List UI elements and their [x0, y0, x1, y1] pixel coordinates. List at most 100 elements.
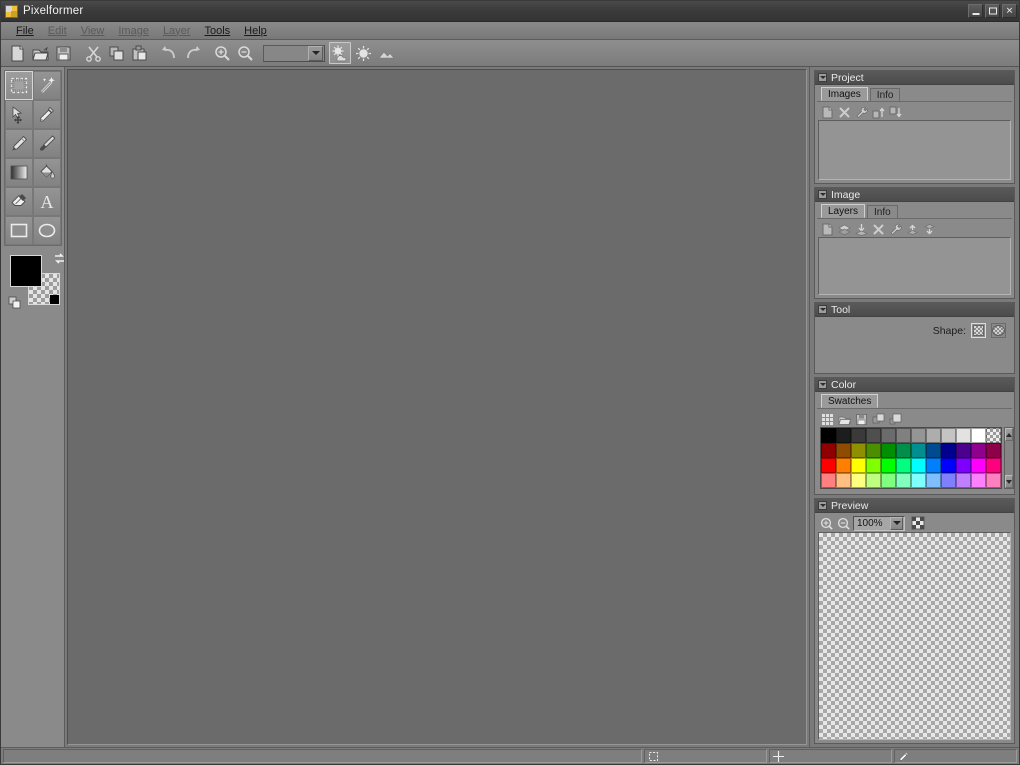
color-swatch[interactable] [926, 473, 941, 488]
color-swatch[interactable] [941, 458, 956, 473]
color-swatch[interactable] [881, 473, 896, 488]
tool-gradient[interactable] [5, 158, 33, 187]
color-swatch[interactable] [941, 443, 956, 458]
image-panel-header[interactable]: Image [815, 188, 1014, 202]
view-mode-alpha-button[interactable] [352, 42, 374, 64]
menu-edit[interactable]: Edit [41, 24, 74, 38]
color-swatch[interactable] [866, 443, 881, 458]
color-swatch[interactable] [836, 428, 851, 443]
duplicate-swatch-button[interactable] [888, 412, 902, 426]
merge-layers-button[interactable] [837, 222, 851, 236]
color-swatch[interactable] [851, 473, 866, 488]
tool-text[interactable]: A [33, 187, 61, 216]
layers-list[interactable] [818, 237, 1011, 295]
color-swatch[interactable] [926, 458, 941, 473]
tool-eraser[interactable] [5, 187, 33, 216]
color-swatch[interactable] [956, 458, 971, 473]
new-layer-button[interactable] [820, 222, 834, 236]
tool-move[interactable] [5, 100, 33, 129]
color-swatch[interactable] [971, 473, 986, 488]
image-properties-button[interactable] [854, 105, 868, 119]
color-swatch[interactable] [956, 473, 971, 488]
tool-rectangle[interactable] [5, 216, 33, 245]
color-swatch[interactable] [986, 458, 1001, 473]
minimize-button[interactable] [968, 4, 983, 18]
preview-panel-header[interactable]: Preview [815, 499, 1014, 513]
tool-pencil[interactable] [5, 129, 33, 158]
tool-rect-select[interactable] [5, 71, 33, 100]
chevron-down-icon[interactable] [818, 501, 827, 510]
color-swatch[interactable] [896, 458, 911, 473]
paste-button[interactable] [128, 42, 150, 64]
preview-zoom-out-button[interactable] [836, 516, 850, 530]
color-swatch[interactable] [851, 458, 866, 473]
chevron-down-icon[interactable] [818, 73, 827, 82]
color-swatch[interactable] [851, 443, 866, 458]
load-swatches-button[interactable] [837, 412, 851, 426]
color-swatch[interactable] [821, 473, 836, 488]
chevron-down-icon[interactable] [818, 190, 827, 199]
color-swatch[interactable] [866, 428, 881, 443]
color-swatch-grid[interactable] [820, 427, 1002, 489]
color-swatch[interactable] [986, 473, 1001, 488]
save-swatches-button[interactable] [854, 412, 868, 426]
swatches-scrollbar[interactable] [1004, 427, 1014, 489]
swatch-grid-button[interactable] [820, 412, 834, 426]
zoom-in-button[interactable] [211, 42, 233, 64]
color-swatch[interactable] [881, 443, 896, 458]
tool-ellipse[interactable] [33, 216, 61, 245]
open-file-button[interactable] [29, 42, 51, 64]
tab-project-images[interactable]: Images [821, 87, 868, 101]
color-swatch[interactable] [896, 443, 911, 458]
flatten-image-button[interactable] [854, 222, 868, 236]
move-image-down-button[interactable] [888, 105, 902, 119]
preview-zoom-in-button[interactable] [819, 516, 833, 530]
color-swatch[interactable] [881, 428, 896, 443]
chevron-down-icon[interactable] [818, 380, 827, 389]
foreground-color-swatch[interactable] [10, 255, 42, 287]
color-swatch[interactable] [926, 428, 941, 443]
menu-tools[interactable]: Tools [197, 24, 237, 38]
menu-layer[interactable]: Layer [156, 24, 198, 38]
color-swatch[interactable] [836, 458, 851, 473]
color-swatch[interactable] [941, 473, 956, 488]
color-swatch[interactable] [836, 443, 851, 458]
new-image-button[interactable] [820, 105, 834, 119]
project-images-list[interactable] [818, 120, 1011, 180]
chevron-down-icon[interactable] [308, 45, 323, 61]
color-swatch[interactable] [851, 428, 866, 443]
layer-properties-button[interactable] [888, 222, 902, 236]
color-swatch[interactable] [986, 428, 1001, 443]
lower-layer-button[interactable] [922, 222, 936, 236]
color-swatch[interactable] [821, 443, 836, 458]
color-swatch[interactable] [866, 458, 881, 473]
color-swatch[interactable] [941, 428, 956, 443]
copy-button[interactable] [105, 42, 127, 64]
undo-button[interactable] [158, 42, 180, 64]
swap-colors-icon[interactable] [53, 252, 66, 265]
tab-image-layers[interactable]: Layers [821, 204, 866, 218]
tool-eyedropper[interactable] [33, 100, 61, 129]
color-swatch[interactable] [911, 458, 926, 473]
tool-panel-header[interactable]: Tool [815, 303, 1014, 317]
move-image-up-button[interactable] [871, 105, 885, 119]
delete-image-button[interactable] [837, 105, 851, 119]
color-swatch[interactable] [836, 473, 851, 488]
menu-view[interactable]: View [74, 24, 112, 38]
tab-color-swatches[interactable]: Swatches [821, 394, 879, 408]
view-mode-normal-button[interactable] [329, 42, 351, 64]
menu-file[interactable]: File [9, 24, 41, 38]
color-panel-header[interactable]: Color [815, 378, 1014, 392]
delete-layer-button[interactable] [871, 222, 885, 236]
close-button[interactable]: ✕ [1002, 4, 1017, 18]
color-swatch[interactable] [956, 428, 971, 443]
color-swatch[interactable] [911, 443, 926, 458]
color-swatch[interactable] [821, 458, 836, 473]
raise-layer-button[interactable] [905, 222, 919, 236]
preview-zoom-combo[interactable]: 100% [853, 515, 905, 531]
cut-button[interactable] [82, 42, 104, 64]
color-swatch[interactable] [926, 443, 941, 458]
menu-image[interactable]: Image [111, 24, 156, 38]
preview-checker-toggle-button[interactable] [911, 516, 925, 530]
zoom-level-combo[interactable] [263, 44, 325, 62]
